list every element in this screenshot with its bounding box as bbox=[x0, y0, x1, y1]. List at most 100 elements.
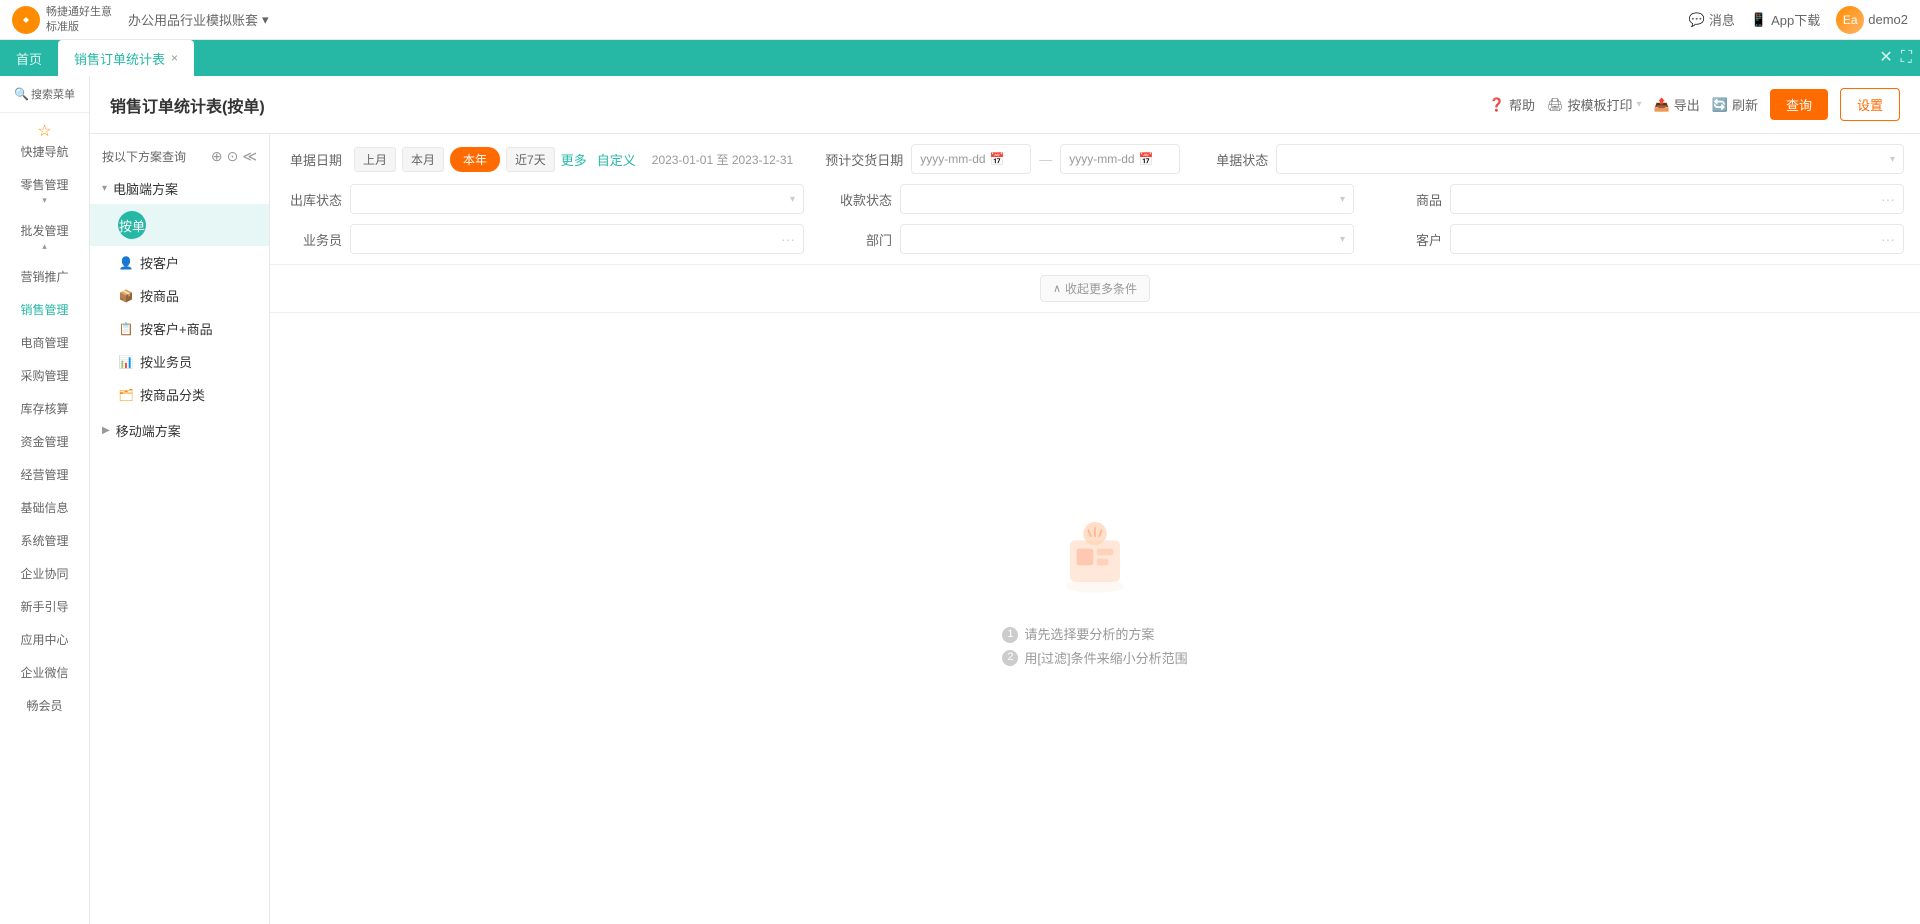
chevron-up-icon: ▴ bbox=[42, 241, 47, 252]
edit-scheme-icon[interactable]: ⊙ bbox=[227, 148, 239, 165]
chevron-down-icon: ▾ bbox=[102, 183, 107, 194]
status-select[interactable]: ▾ bbox=[1276, 144, 1904, 174]
goods-scheme-icon: 📦 bbox=[118, 288, 134, 304]
help-button[interactable]: ❓ 帮助 bbox=[1489, 95, 1535, 114]
sidebar-item-system[interactable]: 系统管理 bbox=[0, 524, 89, 557]
tab-sales-order[interactable]: 销售订单统计表 × bbox=[58, 40, 194, 76]
workspace-selector[interactable]: 办公用品行业模拟账套 ▾ bbox=[120, 10, 277, 29]
chevron-down-icon: ▾ bbox=[262, 12, 269, 28]
top-bar-left: 畅捷通好生意 标准版 办公用品行业模拟账套 ▾ bbox=[12, 5, 277, 34]
date-btn-last-month[interactable]: 上月 bbox=[354, 147, 396, 172]
print-icon: 🖨 bbox=[1547, 97, 1564, 113]
top-bar: 畅捷通好生意 标准版 办公用品行业模拟账套 ▾ 💬 消息 📱 App下载 Ea … bbox=[0, 0, 1920, 40]
scheme-item-by-customer-goods[interactable]: 📋 按客户+商品 bbox=[90, 312, 269, 345]
logo-area: 畅捷通好生意 标准版 bbox=[12, 5, 112, 34]
salesperson-input[interactable]: ··· bbox=[350, 224, 804, 254]
sidebar-item-wechat[interactable]: 企业微信 bbox=[0, 656, 89, 689]
filter-cell-salesperson: 业务员 ··· bbox=[286, 224, 804, 254]
refresh-button[interactable]: 🔄 刷新 bbox=[1712, 95, 1758, 114]
tab-close-icon[interactable]: × bbox=[171, 51, 178, 65]
expected-date-start-input[interactable]: yyyy-mm-dd 📅 bbox=[911, 144, 1031, 174]
collapse-scheme-icon[interactable]: ≪ bbox=[242, 148, 257, 165]
sidebar-item-finance[interactable]: 资金管理 bbox=[0, 425, 89, 458]
date-btn-more[interactable]: 更多 bbox=[561, 150, 587, 169]
sidebar-item-wholesale[interactable]: 批发管理 ▴ bbox=[0, 214, 89, 260]
empty-tip-2: 2 用[过滤]条件来缩小分析范围 bbox=[1002, 647, 1187, 670]
main-content: 单据日期 上月 本月 本年 bbox=[270, 134, 1920, 924]
department-select[interactable]: ▾ bbox=[900, 224, 1354, 254]
date-btn-custom[interactable]: 自定义 bbox=[597, 150, 636, 169]
sidebar-item-app-center[interactable]: 应用中心 bbox=[0, 623, 89, 656]
scheme-item-by-order[interactable]: 按单 bbox=[90, 204, 269, 246]
payment-status-select[interactable]: ▾ bbox=[900, 184, 1354, 214]
tab-bar: 首页 销售订单统计表 × ✕ ⛶ bbox=[0, 40, 1920, 76]
settings-button[interactable]: 设置 bbox=[1840, 88, 1900, 121]
app-download-button[interactable]: 📱 App下载 bbox=[1751, 10, 1820, 29]
out-status-select[interactable]: ▾ bbox=[350, 184, 804, 214]
chevron-down-icon: ▾ bbox=[42, 195, 47, 206]
date-separator: — bbox=[1039, 152, 1052, 167]
customer-input[interactable]: ··· bbox=[1450, 224, 1904, 254]
customer-goods-icon: 📋 bbox=[118, 321, 134, 337]
date-label: 单据日期 bbox=[286, 150, 342, 169]
message-button[interactable]: 💬 消息 bbox=[1689, 10, 1735, 29]
filter-cell-goods: 商品 ··· bbox=[1386, 184, 1904, 214]
add-scheme-icon[interactable]: ⊕ bbox=[211, 148, 223, 165]
chevron-down-icon: ▾ bbox=[790, 194, 795, 205]
chevron-down-icon: ▾ bbox=[1340, 194, 1345, 205]
customer-scheme-icon: 👤 bbox=[118, 255, 134, 271]
calendar-icon-end: 📅 bbox=[1139, 152, 1154, 166]
desktop-scheme-header[interactable]: ▾ 电脑端方案 bbox=[90, 173, 269, 204]
content-body: 按以下方案查询 ⊕ ⊙ ≪ ▾ 电脑端方案 按单 bbox=[90, 134, 1920, 924]
mobile-scheme-header[interactable]: ▶ 移动端方案 bbox=[90, 415, 269, 446]
collapse-button[interactable]: ∧ 收起更多条件 bbox=[1040, 275, 1150, 302]
sidebar-item-inventory[interactable]: 库存核算 bbox=[0, 392, 89, 425]
more-dots-icon: ··· bbox=[781, 231, 795, 247]
salesperson-icon: 📊 bbox=[118, 354, 134, 370]
scheme-item-by-salesperson[interactable]: 📊 按业务员 bbox=[90, 345, 269, 378]
sidebar-item-enterprise[interactable]: 企业协同 bbox=[0, 557, 89, 590]
scheme-item-by-goods[interactable]: 📦 按商品 bbox=[90, 279, 269, 312]
scheme-item-by-customer[interactable]: 👤 按客户 bbox=[90, 246, 269, 279]
date-btn-this-year[interactable]: 本年 bbox=[450, 147, 500, 172]
print-button[interactable]: 🖨 按模板打印 ▾ bbox=[1547, 95, 1642, 114]
sidebar-item-operations[interactable]: 经营管理 bbox=[0, 458, 89, 491]
sidebar-item-sales[interactable]: 销售管理 bbox=[0, 293, 89, 326]
more-dots-icon2: ··· bbox=[1881, 231, 1895, 247]
tab-home[interactable]: 首页 bbox=[0, 40, 58, 76]
empty-tip-1: 1 请先选择要分析的方案 bbox=[1002, 623, 1187, 646]
sidebar-item-ecommerce[interactable]: 电商管理 bbox=[0, 326, 89, 359]
filter-row-1: 单据日期 上月 本月 本年 bbox=[286, 144, 1904, 174]
expected-date-label: 预计交货日期 bbox=[825, 150, 903, 169]
department-label: 部门 bbox=[836, 230, 892, 249]
query-button[interactable]: 查询 bbox=[1770, 89, 1828, 120]
sidebar-item-newbie[interactable]: 新手引导 bbox=[0, 590, 89, 623]
scheme-actions: ⊕ ⊙ ≪ bbox=[211, 148, 257, 165]
sidebar-item-quick-nav[interactable]: ☆ 快捷导航 bbox=[0, 113, 89, 168]
sidebar-item-member[interactable]: 畅会员 bbox=[0, 689, 89, 722]
chevron-down-icon: ▾ bbox=[1340, 234, 1345, 245]
sidebar-item-purchase[interactable]: 采购管理 bbox=[0, 359, 89, 392]
logo-text: 畅捷通好生意 标准版 bbox=[46, 5, 112, 34]
user-button[interactable]: Ea demo2 bbox=[1836, 6, 1908, 34]
chevron-right-icon: ▶ bbox=[102, 425, 110, 436]
sidebar-item-basic-info[interactable]: 基础信息 bbox=[0, 491, 89, 524]
page-title: 销售订单统计表(按单) bbox=[110, 93, 265, 129]
sidebar-item-retail[interactable]: 零售管理 ▾ bbox=[0, 168, 89, 214]
close-window-icon[interactable]: ✕ bbox=[1879, 50, 1892, 66]
date-btn-last-7-days[interactable]: 近7天 bbox=[506, 147, 555, 172]
tab-bar-controls: ✕ ⛶ bbox=[1879, 50, 1920, 66]
date-btn-this-month[interactable]: 本月 bbox=[402, 147, 444, 172]
maximize-icon[interactable]: ⛶ bbox=[1901, 50, 1912, 66]
expected-date-end-input[interactable]: yyyy-mm-dd 📅 bbox=[1060, 144, 1180, 174]
salesperson-label: 业务员 bbox=[286, 230, 342, 249]
mobile-scheme-section: ▶ 移动端方案 bbox=[90, 415, 269, 446]
sidebar-item-marketing[interactable]: 营销推广 bbox=[0, 260, 89, 293]
export-button[interactable]: 📤 导出 bbox=[1654, 95, 1700, 114]
scheme-item-by-category[interactable]: 🗂 按商品分类 bbox=[90, 378, 269, 411]
goods-input[interactable]: ··· bbox=[1450, 184, 1904, 214]
empty-illustration bbox=[1045, 507, 1145, 607]
help-icon: ❓ bbox=[1489, 97, 1505, 113]
search-menu-button[interactable]: 🔍 搜索菜单 bbox=[0, 76, 89, 113]
star-icon: ☆ bbox=[37, 121, 51, 141]
